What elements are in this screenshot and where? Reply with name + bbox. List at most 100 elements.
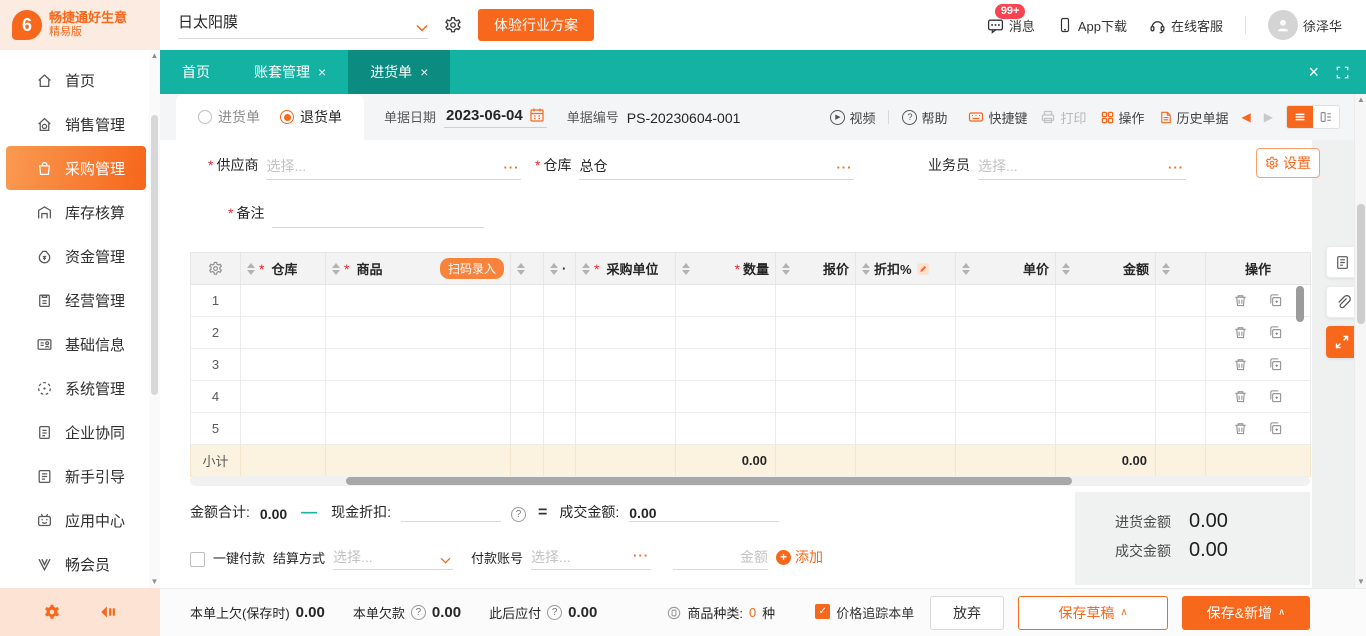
delete-row-icon[interactable] xyxy=(1233,389,1248,404)
shortcut-keys-button[interactable]: 快捷键 xyxy=(968,108,1027,127)
tab-purchase-order[interactable]: 进货单 × xyxy=(348,50,451,94)
table-cell[interactable] xyxy=(510,284,544,317)
product-column-header[interactable]: * 商品 扫码录入 xyxy=(325,252,511,285)
abandon-button[interactable]: 放弃 xyxy=(930,595,1004,630)
one-click-pay-checkbox[interactable] xyxy=(190,552,205,567)
add-payment-button[interactable]: + 添加 xyxy=(776,547,823,570)
tab-close-icon[interactable]: × xyxy=(318,65,326,79)
table-cell[interactable] xyxy=(325,412,511,445)
table-cell[interactable] xyxy=(775,284,856,317)
fullscreen-icon[interactable] xyxy=(1335,65,1350,80)
table-cell[interactable] xyxy=(855,284,956,317)
sort-icon[interactable] xyxy=(582,262,590,275)
table-cell[interactable] xyxy=(510,348,544,381)
scroll-down-icon[interactable]: ▼ xyxy=(149,576,160,588)
operations-button[interactable]: 操作 xyxy=(1100,108,1145,127)
cash-discount-input[interactable] xyxy=(401,500,502,522)
scroll-up-icon[interactable]: ▲ xyxy=(149,50,160,62)
sidebar-item-sales[interactable]: 销售管理 xyxy=(6,102,146,146)
delete-row-icon[interactable] xyxy=(1233,293,1248,308)
warehouse-input[interactable]: 总仓 ··· xyxy=(579,152,855,180)
sort-icon[interactable] xyxy=(550,262,558,275)
company-select[interactable]: 日太阳膜 xyxy=(178,11,428,39)
table-cell[interactable] xyxy=(1055,348,1156,381)
form-settings-button[interactable]: 设置 xyxy=(1256,148,1320,178)
table-cell[interactable] xyxy=(543,380,576,413)
qty-column-header[interactable]: * 数量 xyxy=(675,252,776,285)
user-menu[interactable]: 徐泽华 xyxy=(1267,10,1342,40)
table-cell[interactable] xyxy=(510,316,544,349)
sort-icon[interactable] xyxy=(1062,262,1070,275)
save-draft-button[interactable]: 保存草稿 ∧ xyxy=(1018,595,1168,630)
sort-icon[interactable] xyxy=(1162,262,1170,275)
table-cell[interactable] xyxy=(1055,316,1156,349)
insert-row-icon[interactable] xyxy=(1268,389,1283,404)
table-cell[interactable] xyxy=(240,284,326,317)
table-cell[interactable] xyxy=(240,316,326,349)
online-service-item[interactable]: 在线客服 xyxy=(1149,16,1223,35)
table-cell[interactable] xyxy=(543,316,576,349)
table-cell[interactable] xyxy=(955,284,1056,317)
table-cell[interactable] xyxy=(325,380,511,413)
table-cell[interactable] xyxy=(855,412,956,445)
help-icon[interactable]: ? xyxy=(511,507,527,522)
prev-doc-icon[interactable]: ◀ xyxy=(1242,110,1251,124)
sidebar-item-home[interactable]: 首页 xyxy=(6,58,146,102)
table-cell[interactable] xyxy=(575,284,676,317)
table-cell[interactable] xyxy=(675,348,776,381)
save-and-new-button[interactable]: 保存&新增 ∧ xyxy=(1182,595,1310,630)
scroll-up-icon[interactable]: ▲ xyxy=(1355,94,1366,106)
pay-amount-input[interactable]: 金额 xyxy=(673,544,769,570)
amount-column-header[interactable]: 金额 xyxy=(1055,252,1156,285)
table-cell[interactable] xyxy=(575,412,676,445)
table-cell[interactable] xyxy=(955,348,1056,381)
table-cell[interactable] xyxy=(775,348,856,381)
pay-account-select[interactable]: 选择... ··· xyxy=(531,544,652,570)
trial-plan-button[interactable]: 体验行业方案 xyxy=(478,9,594,41)
price-track-toggle[interactable]: ✓ 价格追踪本单 xyxy=(815,603,914,622)
messages-item[interactable]: 99+ 消息 xyxy=(987,3,1035,35)
column-settings-header[interactable] xyxy=(190,252,241,285)
table-cell[interactable] xyxy=(543,412,576,445)
table-cell[interactable] xyxy=(855,348,956,381)
main-scrollbar[interactable]: ▲ ▼ xyxy=(1354,94,1366,588)
scrollbar-thumb[interactable] xyxy=(151,115,158,395)
sidebar-item-purchase[interactable]: 采购管理 xyxy=(6,146,146,190)
insert-row-icon[interactable] xyxy=(1268,325,1283,340)
table-cell[interactable] xyxy=(325,316,511,349)
sort-icon[interactable] xyxy=(862,262,870,275)
sidebar-settings-icon[interactable] xyxy=(43,603,61,621)
narrow-column-header[interactable]: · xyxy=(543,252,576,285)
table-cell[interactable] xyxy=(240,412,326,445)
scrollbar-thumb[interactable] xyxy=(346,477,1072,485)
insert-row-icon[interactable] xyxy=(1268,293,1283,308)
sidebar-item-base-info[interactable]: 基础信息 xyxy=(6,322,146,366)
video-help-link[interactable]: ▶ 视频 xyxy=(830,108,875,127)
table-cell[interactable] xyxy=(955,380,1056,413)
help-icon[interactable]: ? xyxy=(410,605,426,620)
table-cell[interactable] xyxy=(510,380,544,413)
table-cell[interactable] xyxy=(543,284,576,317)
sidebar-item-funds[interactable]: 资金管理 xyxy=(6,234,146,278)
table-cell[interactable] xyxy=(325,284,511,317)
sidebar-item-system[interactable]: 系统管理 xyxy=(6,366,146,410)
table-cell[interactable] xyxy=(1155,316,1206,349)
remark-input[interactable] xyxy=(272,200,485,228)
insert-row-icon[interactable] xyxy=(1268,357,1283,372)
table-cell[interactable] xyxy=(775,316,856,349)
table-cell[interactable] xyxy=(675,316,776,349)
warehouse-picker-icon[interactable]: ··· xyxy=(836,160,852,175)
sort-icon[interactable] xyxy=(517,262,525,275)
table-cell[interactable] xyxy=(955,316,1056,349)
sort-icon[interactable] xyxy=(782,262,790,275)
narrow-column-header[interactable] xyxy=(1155,252,1206,285)
tab-home[interactable]: 首页 xyxy=(160,50,232,94)
horizontal-scrollbar[interactable] xyxy=(190,476,1310,486)
close-all-icon[interactable]: × xyxy=(1308,62,1319,83)
table-cell[interactable] xyxy=(510,412,544,445)
list-view-button[interactable] xyxy=(1287,106,1313,128)
sidebar-item-apps[interactable]: 应用中心 xyxy=(6,498,146,542)
help-link[interactable]: ? 帮助 xyxy=(902,108,947,127)
tab-close-icon[interactable]: × xyxy=(420,65,428,79)
warehouse-column-header[interactable]: * 仓库 xyxy=(240,252,326,285)
